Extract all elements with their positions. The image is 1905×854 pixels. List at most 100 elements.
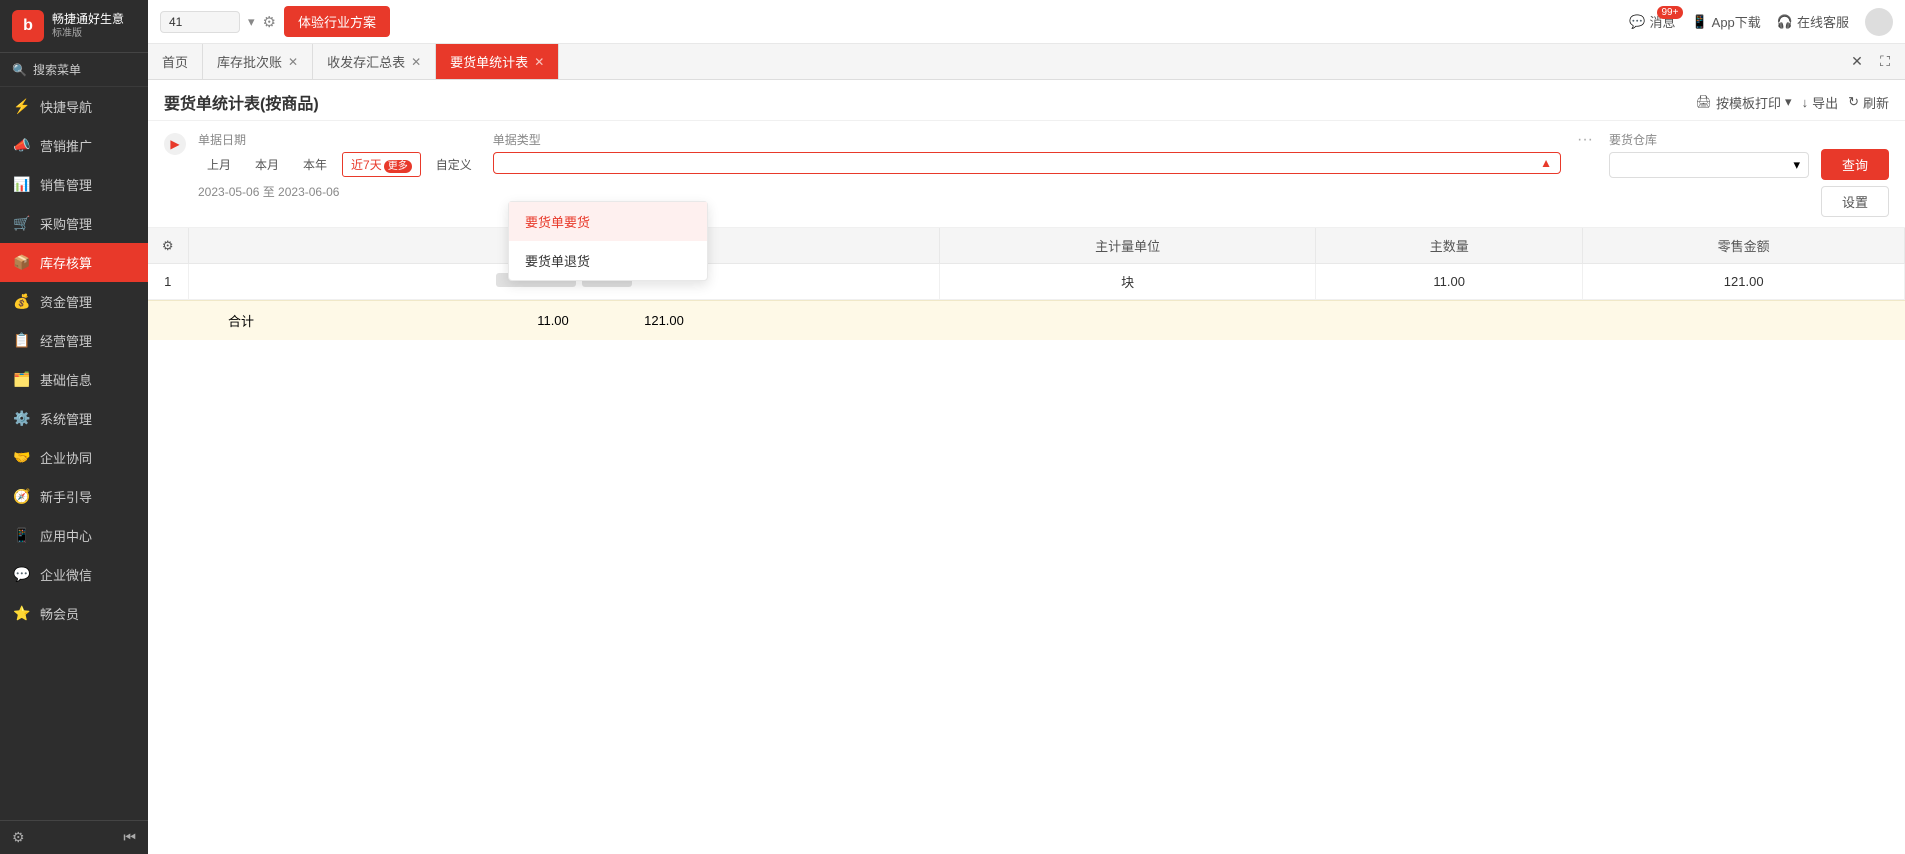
service-icon: 🎧	[1777, 14, 1793, 30]
tab-requisition-summary[interactable]: 要货单统计表 ✕	[436, 44, 559, 79]
dropdown-arrow-icon[interactable]: ▾	[248, 14, 255, 30]
date-badge-7days: 更多	[384, 160, 412, 173]
export-icon: ↓	[1802, 95, 1809, 110]
nav-icon-system: ⚙️	[12, 410, 32, 427]
nav-icon-sales: 📊	[12, 176, 32, 193]
tab-close-all-btn[interactable]: ✕	[1845, 50, 1869, 74]
warehouse-select[interactable]: ▾	[1609, 152, 1809, 178]
sidebar-item-quick-nav[interactable]: ⚡快捷导航	[0, 87, 148, 126]
nav-label-purchase: 采购管理	[40, 214, 92, 233]
date-filter-label: 单据日期	[198, 131, 481, 148]
date-btn-prev[interactable]: 上月	[198, 152, 240, 177]
tab-bar: 首页库存批次账✕ 收发存汇总表 ✕ 要货单统计表 ✕ ✕ ⛶	[148, 44, 1905, 80]
nav-label-inventory: 库存核算	[40, 253, 92, 272]
tab-label-receivable-summary: 收发存汇总表	[327, 52, 405, 71]
tab-receivable-summary[interactable]: 收发存汇总表 ✕	[313, 44, 436, 79]
date-range-text: 2023-05-06 至 2023-06-06	[198, 183, 481, 200]
date-btn-current[interactable]: 本月	[246, 152, 288, 177]
main-area: ▾ ⚙ 体验行业方案 💬 消息 99+ 📱 App下载 🎧 在线客服 首页库存批…	[148, 0, 1905, 854]
cell-unit: 块	[940, 264, 1316, 300]
filter-more-btn[interactable]: ···	[1573, 131, 1597, 149]
collapse-icon[interactable]: ⏮	[123, 829, 136, 846]
cell-qty: 11.00	[1316, 264, 1583, 300]
app-download-btn[interactable]: 📱 App下载	[1691, 12, 1760, 31]
tab-maximize-btn[interactable]: ⛶	[1873, 50, 1897, 74]
breadcrumb-input[interactable]	[160, 11, 240, 33]
nav-label-operations: 经营管理	[40, 331, 92, 350]
sidebar-item-inventory[interactable]: 📦 库存核算	[0, 243, 148, 282]
dropdown-item-requisition-order[interactable]: 要货单要货	[509, 202, 707, 241]
nav-label-basics: 基础信息	[40, 370, 92, 389]
col-header-unit: 主计量单位	[940, 228, 1316, 264]
search-label: 搜索菜单	[33, 61, 81, 78]
sidebar-item-basics[interactable]: 🗂️基础信息	[0, 360, 148, 399]
logo-icon: b	[12, 10, 44, 42]
sidebar-item-enterprise[interactable]: 🤝 企业协同	[0, 438, 148, 477]
date-options-row: 上月本月本年近7天更多自定义	[198, 152, 481, 177]
export-btn[interactable]: ↓ 导出	[1802, 93, 1839, 112]
tab-close-receivable-summary[interactable]: ✕	[411, 55, 421, 69]
sidebar-item-purchase[interactable]: 🛒采购管理	[0, 204, 148, 243]
print-dropdown-icon[interactable]: ▾	[1785, 94, 1792, 110]
nav-label-enterprise: 企业协同	[40, 448, 92, 467]
message-icon: 💬	[1629, 14, 1645, 30]
sidebar-item-guide[interactable]: 🧭 新手引导	[0, 477, 148, 516]
page-header: 要货单统计表(按商品) 🖨 按模板打印 ▾ ↓ 导出 ↻ 刷新	[148, 80, 1905, 121]
sidebar-item-marketing[interactable]: 📣营销推广	[0, 126, 148, 165]
footer-total-amount: 121.00	[614, 313, 714, 328]
tab-close-inventory-batch[interactable]: ✕	[288, 55, 298, 69]
col-header-amount: 零售金额	[1583, 228, 1905, 264]
sidebar-item-apps[interactable]: 📱应用中心	[0, 516, 148, 555]
print-icon: 🖨	[1696, 94, 1713, 110]
date-btn-custom[interactable]: 自定义	[427, 152, 481, 177]
nav-icon-marketing: 📣	[12, 137, 32, 154]
online-service-btn[interactable]: 🎧 在线客服	[1777, 12, 1849, 31]
dropdown-item-requisition-return[interactable]: 要货单退货	[509, 241, 707, 280]
tab-label-home: 首页	[162, 52, 188, 71]
warehouse-arrow-icon: ▾	[1793, 157, 1800, 173]
nav-icon-inventory: 📦	[12, 254, 32, 271]
settings-icon[interactable]: ⚙	[12, 829, 25, 846]
footer-label: 合计	[216, 311, 396, 330]
user-avatar[interactable]	[1865, 8, 1893, 36]
tab-inventory-batch[interactable]: 库存批次账✕	[203, 44, 313, 79]
nav-icon-guide: 🧭	[12, 488, 32, 505]
tab-close-requisition-summary[interactable]: ✕	[534, 55, 544, 69]
table-footer: 合计 11.00 121.00	[148, 300, 1905, 340]
refresh-btn[interactable]: ↻ 刷新	[1848, 93, 1889, 112]
nav-label-sales: 销售管理	[40, 175, 92, 194]
nav-label-guide: 新手引导	[40, 487, 92, 506]
footer-total-qty: 11.00	[508, 313, 598, 328]
top-header: ▾ ⚙ 体验行业方案 💬 消息 99+ 📱 App下载 🎧 在线客服	[148, 0, 1905, 44]
online-service-label: 在线客服	[1797, 12, 1849, 31]
filter-expand-btn[interactable]: ▶	[164, 133, 186, 155]
tab-label-requisition-summary: 要货单统计表	[450, 52, 528, 71]
sidebar-item-system[interactable]: ⚙️系统管理	[0, 399, 148, 438]
messages-btn[interactable]: 💬 消息 99+	[1629, 12, 1675, 31]
sidebar-item-members[interactable]: ⭐畅会员	[0, 594, 148, 633]
header-settings-icon[interactable]: ⚙	[263, 13, 276, 31]
doc-type-filter-group: 单据类型 ▲	[493, 131, 1561, 174]
nav-label-members: 畅会员	[40, 604, 79, 623]
sidebar-item-finance[interactable]: 💰资金管理	[0, 282, 148, 321]
nav-icon-enterprise: 🤝	[12, 449, 32, 466]
sidebar-item-wechat[interactable]: 💬企业微信	[0, 555, 148, 594]
trial-btn[interactable]: 体验行业方案	[284, 6, 390, 37]
date-btn-7days[interactable]: 近7天更多	[342, 152, 421, 177]
query-btn[interactable]: 查询	[1821, 149, 1889, 180]
nav-label-wechat: 企业微信	[40, 565, 92, 584]
sidebar-item-sales[interactable]: 📊 销售管理	[0, 165, 148, 204]
sidebar-item-operations[interactable]: 📋经营管理	[0, 321, 148, 360]
warehouse-label: 要货仓库	[1609, 131, 1809, 148]
logo-text: 畅捷通好生意 标准版	[52, 12, 124, 41]
sidebar-nav: ⚡快捷导航📣营销推广 📊 销售管理 🛒采购管理 📦 库存核算 💰资金管理📋经营管理🗂️基础信…	[0, 87, 148, 820]
filter-settings-btn[interactable]: 设置	[1821, 186, 1889, 217]
tab-home[interactable]: 首页	[148, 44, 203, 79]
nav-icon-finance: 💰	[12, 293, 32, 310]
doc-type-select[interactable]: ▲	[493, 152, 1561, 174]
date-btn-year[interactable]: 本年	[294, 152, 336, 177]
table-row: 1块11.00121.00	[148, 264, 1905, 300]
search-menu[interactable]: 🔍 搜索菜单	[0, 53, 148, 87]
date-filter-group: 单据日期 上月本月本年近7天更多自定义 2023-05-06 至 2023-06…	[198, 131, 481, 200]
print-btn[interactable]: 🖨 按模板打印 ▾	[1696, 93, 1792, 112]
